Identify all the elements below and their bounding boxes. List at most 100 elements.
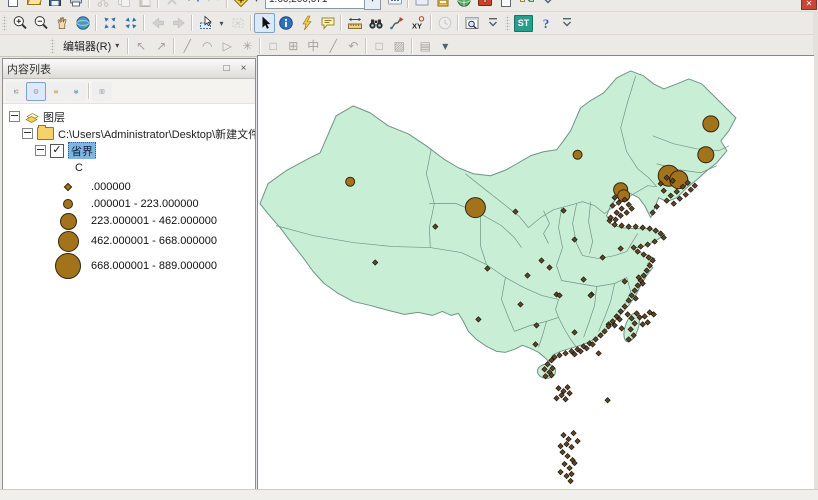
catalog-window-button[interactable]	[432, 0, 453, 10]
legend-class-label[interactable]: 223.000001 - 462.000000	[91, 215, 217, 227]
help-button[interactable]	[535, 13, 556, 33]
toc-title-bar[interactable]: 内容列表 □ ×	[3, 59, 255, 79]
full-extent-button[interactable]	[72, 13, 93, 33]
point-feature-diamond	[670, 200, 677, 207]
go-to-xy-button[interactable]	[407, 13, 428, 33]
legend-class-label[interactable]: 462.000001 - 668.000000	[91, 235, 217, 247]
new-document-button[interactable]	[2, 0, 23, 10]
layer-name-label[interactable]: 省界	[68, 142, 96, 159]
map-scale-input[interactable]	[265, 0, 364, 9]
map-scale-dropdown[interactable]: ▾	[364, 0, 381, 10]
select-features-tool[interactable]	[195, 13, 216, 33]
standard-toolbar-overflow[interactable]	[537, 0, 558, 10]
pan-icon	[54, 15, 70, 31]
html-popup-tool[interactable]	[317, 13, 338, 33]
python-window-button[interactable]	[495, 0, 516, 10]
list-by-selection-button[interactable]	[66, 81, 86, 101]
time-slider-button[interactable]	[434, 13, 455, 33]
help-toolbar-overflow[interactable]	[556, 13, 577, 33]
graduated-symbol-circle	[345, 176, 356, 187]
list-by-drawing-order-button[interactable]	[6, 81, 26, 101]
redo-button[interactable]	[203, 0, 224, 10]
open-document-button[interactable]	[23, 0, 44, 10]
save-button[interactable]	[44, 0, 65, 10]
layer-visibility-checkbox[interactable]: ✓	[50, 143, 64, 158]
arctoolbox-button[interactable]	[474, 0, 495, 10]
layers-root-label[interactable]: 图层	[43, 109, 65, 125]
next-extent-button[interactable]	[168, 13, 189, 33]
collapse-icon[interactable]	[22, 128, 33, 139]
fixed-zoom-out-button[interactable]	[120, 13, 141, 33]
editor-tool-button[interactable]: 中	[303, 36, 323, 55]
toc-close-button[interactable]: ×	[236, 62, 251, 76]
table-of-contents-button[interactable]	[411, 0, 432, 10]
legend-symbol[interactable]	[45, 198, 91, 209]
search-window-button[interactable]	[453, 0, 474, 10]
map-canvas[interactable]	[258, 56, 814, 491]
folder-icon	[26, 0, 42, 8]
paste-button[interactable]	[134, 0, 155, 10]
clearsel-icon	[230, 15, 246, 31]
editor-tool-button[interactable]: ↖	[131, 36, 151, 55]
measure-tool[interactable]	[344, 13, 365, 33]
st-tool-button[interactable]: ST	[512, 13, 535, 33]
editor-tool-button[interactable]: □	[263, 36, 283, 55]
previous-extent-button[interactable]	[147, 13, 168, 33]
add-data-dropdown[interactable]: ▾	[251, 0, 262, 10]
find-route-button[interactable]	[386, 13, 407, 33]
toolbar-separator	[457, 15, 459, 31]
editor-tool-button[interactable]: ◠	[197, 36, 217, 55]
editor-tool-button[interactable]: ▨	[389, 36, 409, 55]
editor-tool-button[interactable]: ╱	[177, 36, 197, 55]
toc-float-button[interactable]: □	[219, 62, 234, 76]
toolbar-separator	[226, 0, 228, 8]
point-feature-diamond	[628, 205, 635, 212]
legend-class-label[interactable]: .000001 - 223.000000	[91, 198, 199, 210]
legend-symbol[interactable]	[45, 212, 91, 230]
zoom-in-tool[interactable]	[9, 13, 30, 33]
find-button[interactable]	[365, 13, 386, 33]
identify-tool[interactable]	[275, 13, 296, 33]
hyperlink-tool[interactable]	[296, 13, 317, 33]
editor-menu-button[interactable]: 编辑器(R) ▾	[57, 36, 125, 55]
collapse-icon[interactable]	[35, 145, 46, 156]
editor-tool-button[interactable]: ╱	[323, 36, 343, 55]
standard-toolbar: ▾▾	[0, 0, 818, 12]
print-button[interactable]	[65, 0, 86, 10]
create-viewer-window-tool[interactable]	[461, 13, 482, 33]
select-features-dropdown[interactable]: ▾	[216, 13, 227, 33]
legend-symbol[interactable]	[45, 230, 91, 252]
editor-tool-button[interactable]: ▤	[415, 36, 435, 55]
editor-tool-button[interactable]: ↶	[343, 36, 363, 55]
editor-toolbar-overflow[interactable]: ▾	[435, 36, 455, 55]
add-data-button[interactable]	[230, 0, 251, 10]
legend-class-label[interactable]: .000000	[91, 181, 131, 193]
zoom-out-tool[interactable]	[30, 13, 51, 33]
editor-tool-button[interactable]: □	[369, 36, 389, 55]
editor-tool-button[interactable]: ↗	[151, 36, 171, 55]
list-by-visibility-button[interactable]	[46, 81, 66, 101]
list-by-source-button[interactable]	[26, 81, 46, 101]
folder-path-label[interactable]: C:\Users\Administrator\Desktop\新建文件夹	[58, 126, 255, 142]
copy-button[interactable]	[113, 0, 134, 10]
legend-symbol[interactable]	[45, 182, 91, 191]
fixed-zoom-in-button[interactable]	[99, 13, 120, 33]
collapse-icon[interactable]	[9, 111, 20, 122]
cut-button[interactable]	[92, 0, 113, 10]
delete-button[interactable]	[161, 0, 182, 10]
legend-symbol[interactable]	[45, 252, 91, 279]
select-elements-tool[interactable]	[254, 13, 275, 33]
toc-options-button[interactable]	[92, 81, 112, 101]
tools-toolbar-overflow[interactable]	[482, 13, 503, 33]
editor-tool-button[interactable]: ✳	[237, 36, 257, 55]
pan-tool[interactable]	[51, 13, 72, 33]
clear-selection-button[interactable]	[227, 13, 248, 33]
modelbuilder-button[interactable]	[516, 0, 537, 10]
editor-tool-button[interactable]: ⊞	[283, 36, 303, 55]
undo-button[interactable]	[182, 0, 203, 10]
editor-tool-button[interactable]: ▷	[217, 36, 237, 55]
close-icon[interactable]: ✕	[801, 0, 817, 10]
selfeat-icon	[198, 15, 214, 31]
toolbar-options-button[interactable]	[384, 0, 405, 10]
legend-class-label[interactable]: 668.000001 - 889.000000	[91, 260, 217, 272]
